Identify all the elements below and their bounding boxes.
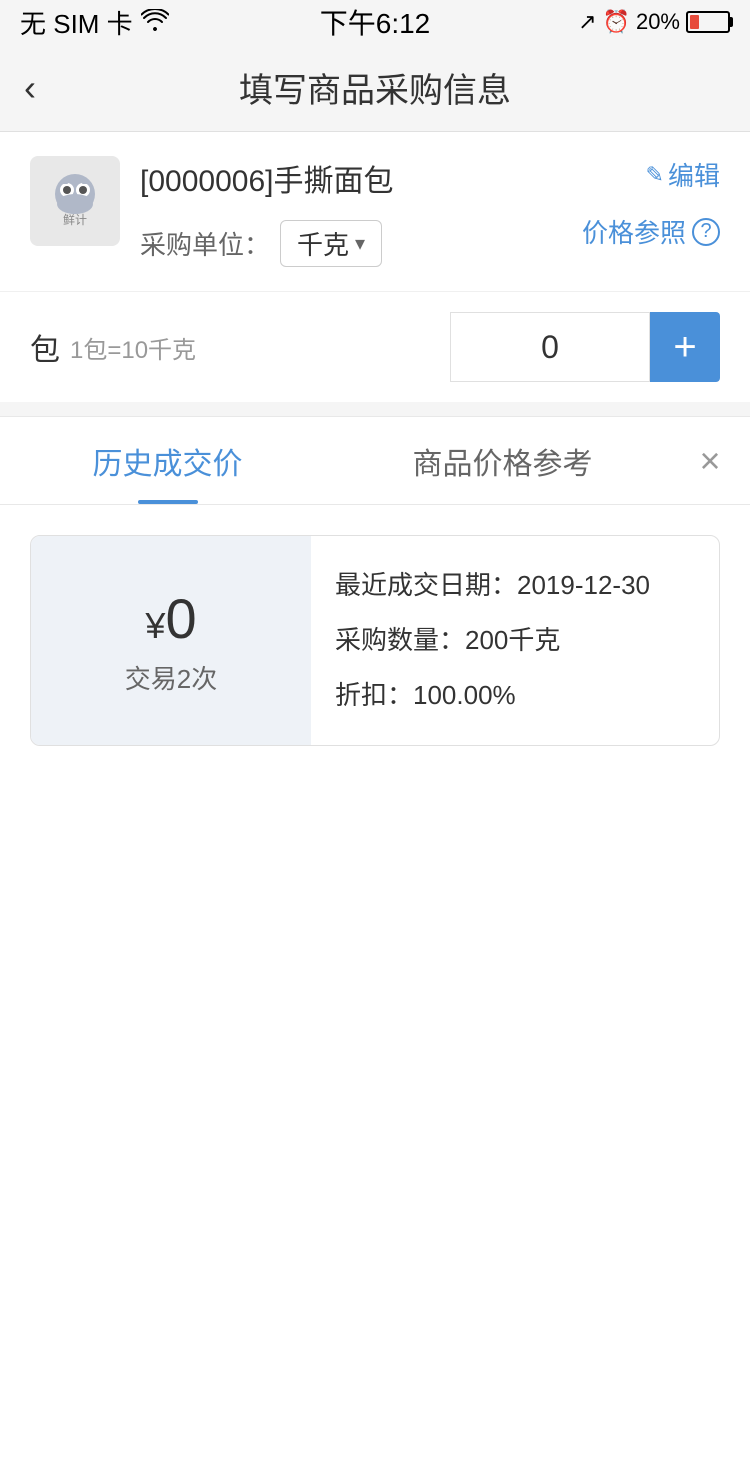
location-icon: ↗ (578, 9, 596, 35)
product-name: [0000006]手撕面包 (140, 156, 393, 200)
carrier-text: 无 SIM 卡 (20, 4, 133, 41)
edit-label: 编辑 (668, 156, 720, 193)
quantity-plus-button[interactable]: + (650, 312, 720, 382)
unit-badge: 包 (30, 325, 60, 369)
tab-active-indicator (138, 500, 198, 504)
status-right: ↗ ⏰ 20% (578, 9, 730, 35)
quantity-section: 包 1包=10千克 0 + (0, 291, 750, 402)
price-value: 0 (165, 586, 196, 651)
quantity-row: 采购数量：200千克 (335, 621, 695, 660)
product-thumbnail-icon: 鲜计 (40, 166, 110, 236)
quantity-input[interactable]: 0 (450, 312, 650, 382)
price-ref-button[interactable]: 价格参照 ? (582, 213, 720, 250)
content-area (0, 776, 750, 1476)
recent-date-label: 最近成交日期： (335, 570, 517, 600)
product-image: 鲜计 (30, 156, 120, 246)
discount-row: 折扣：100.00% (335, 676, 695, 715)
alarm-icon: ⏰ (603, 9, 630, 35)
nav-bar: ‹ 填写商品采购信息 (0, 44, 750, 132)
page-title: 填写商品采购信息 (239, 63, 511, 112)
quantity-detail-label: 采购数量： (335, 625, 465, 655)
wifi-icon (141, 7, 169, 38)
price-card-area: ¥ 0 交易2次 最近成交日期：2019-12-30 采购数量：200千克 折扣… (0, 505, 750, 776)
quantity-detail-value: 200千克 (465, 625, 560, 655)
recent-date-value: 2019-12-30 (517, 570, 650, 600)
quantity-control: 0 + (450, 312, 720, 382)
price-ref-label: 价格参照 (582, 213, 686, 250)
recent-date-row: 最近成交日期：2019-12-30 (335, 566, 695, 605)
tab-close-button[interactable]: × (670, 417, 750, 505)
edit-icon: ✎ (646, 162, 664, 188)
trade-count: 交易2次 (125, 659, 217, 696)
tabs-header: 历史成交价 商品价格参考 × (0, 417, 750, 505)
quantity-label: 包 1包=10千克 (30, 325, 196, 369)
discount-value: 100.00% (413, 680, 516, 710)
price-currency: ¥ (145, 605, 165, 647)
tab-history-label: 历史成交价 (93, 439, 243, 483)
svg-text:鲜计: 鲜计 (63, 213, 87, 227)
product-card: 鲜计 [0000006]手撕面包 采购单位： 千克 ▾ ✎ 编辑 (0, 132, 750, 291)
price-card: ¥ 0 交易2次 最近成交日期：2019-12-30 采购数量：200千克 折扣… (30, 535, 720, 746)
help-icon: ? (692, 218, 720, 246)
unit-select-dropdown[interactable]: 千克 ▾ (280, 220, 382, 267)
back-button[interactable]: ‹ (24, 67, 36, 109)
price-card-left: ¥ 0 交易2次 (31, 536, 311, 745)
unit-equiv: 1包=10千克 (70, 330, 196, 365)
product-info: [0000006]手撕面包 采购单位： 千克 ▾ (140, 156, 393, 267)
unit-value: 千克 (297, 225, 349, 262)
battery-percent: 20% (636, 9, 680, 35)
status-left: 无 SIM 卡 (20, 4, 169, 41)
tab-history-price[interactable]: 历史成交价 (0, 417, 335, 504)
tab-ref-label: 商品价格参考 (413, 439, 593, 483)
status-time: 下午6:12 (320, 2, 431, 42)
unit-label: 采购单位： (140, 225, 270, 262)
discount-label: 折扣： (335, 680, 413, 710)
battery-icon (686, 11, 730, 33)
tabs-section: 历史成交价 商品价格参考 × ¥ 0 交易2次 最近成交日期：2019-12-3… (0, 416, 750, 1476)
status-bar: 无 SIM 卡 下午6:12 ↗ ⏰ 20% (0, 0, 750, 44)
tab-price-ref[interactable]: 商品价格参考 (335, 417, 670, 504)
price-card-right: 最近成交日期：2019-12-30 采购数量：200千克 折扣：100.00% (311, 536, 719, 745)
dropdown-arrow-icon: ▾ (355, 231, 365, 256)
edit-button[interactable]: ✎ 编辑 (646, 156, 720, 193)
